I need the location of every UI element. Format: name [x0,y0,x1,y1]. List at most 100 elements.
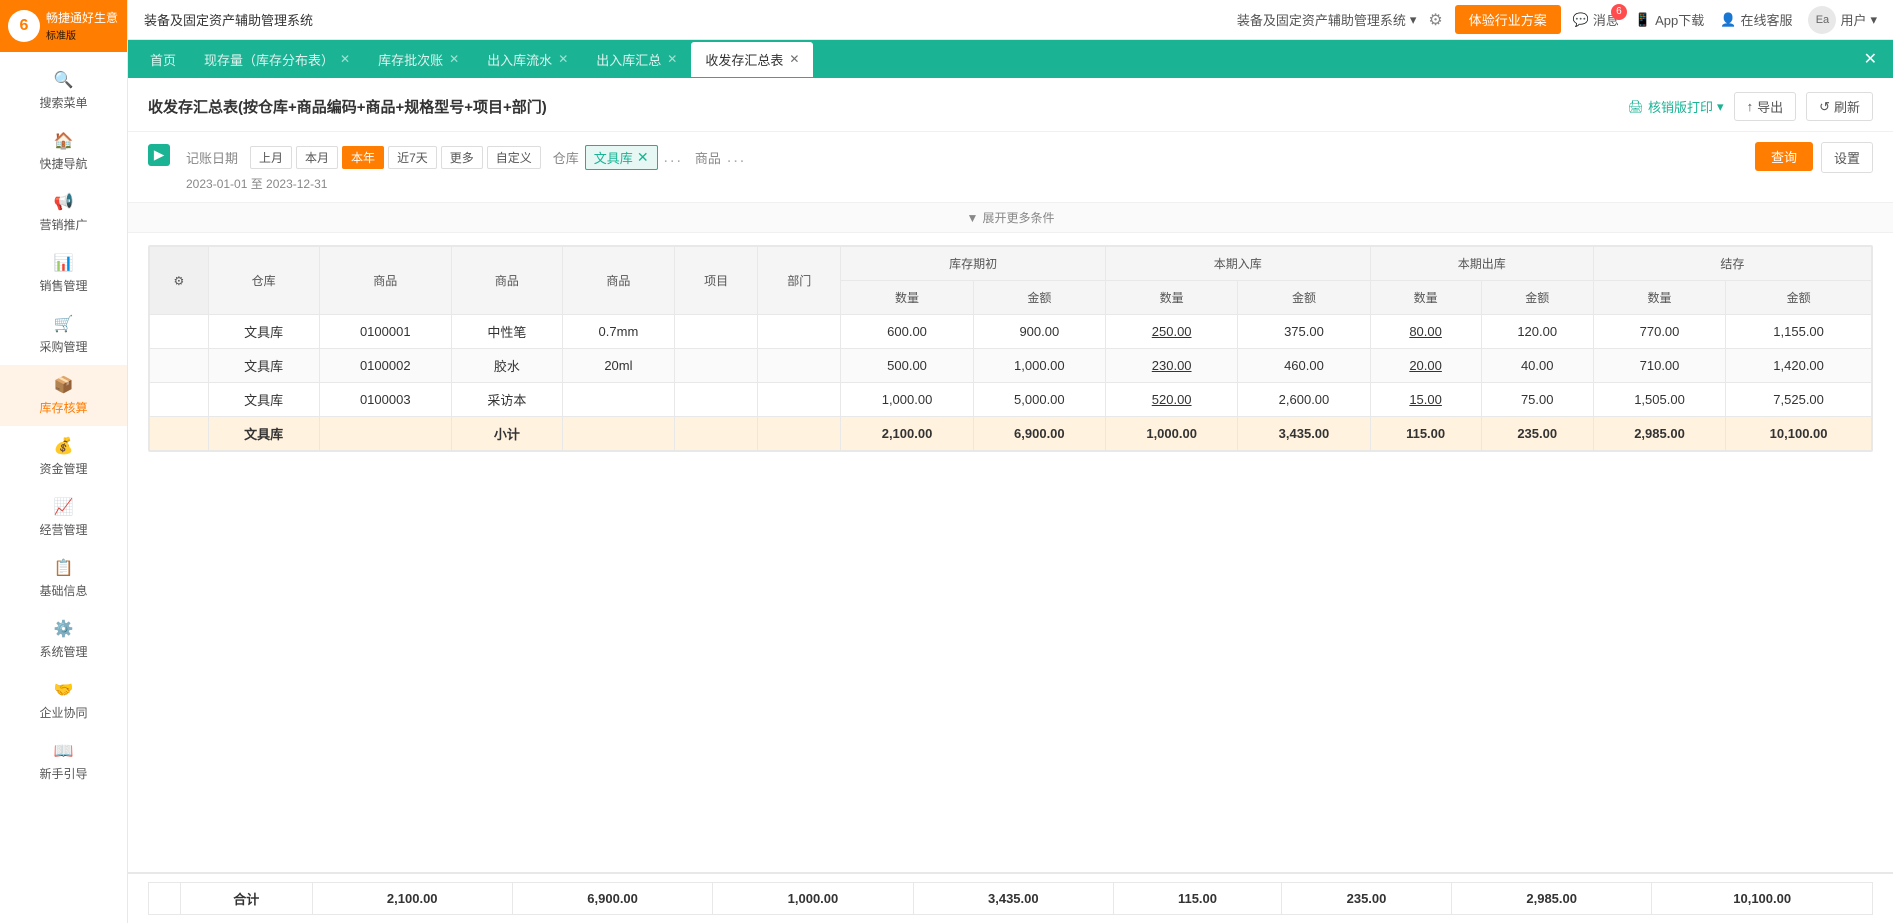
date-btn-近7天[interactable]: 近7天 [388,146,437,169]
date-filter-label: 记账日期 [186,148,238,167]
product-filter: 商品 ... [695,148,746,167]
row-out-qty[interactable]: 80.00 [1370,315,1481,349]
row-settings [150,417,209,451]
out-qty-link[interactable]: 15.00 [1409,392,1442,407]
row-open-qty: 600.00 [841,315,973,349]
purchase-icon: 🛒 [54,314,74,334]
row-in-amt: 3,435.00 [1238,417,1370,451]
date-btn-本月[interactable]: 本月 [296,146,338,169]
table-row: 文具库 0100003 采访本 1,000.00 5,000.00 520.00… [150,383,1872,417]
print-btn[interactable]: 🖨 核销版打印 ▾ [1628,97,1724,116]
filter-row-1: 记账日期 上月本月本年近7天更多自定义 仓库 文具库 ✕ ... 商品 [186,142,1873,173]
sidebar-item-guide[interactable]: 📖 新手引导 [0,731,127,792]
tab-label: 出入库汇总 [596,50,661,69]
filter-toggle-btn[interactable]: ▶ [148,144,170,166]
sidebar-item-sales[interactable]: 📊 销售管理 [0,243,127,304]
out-qty-link[interactable]: 80.00 [1409,324,1442,339]
message-action[interactable]: 💬 消息 6 [1573,10,1619,29]
expand-more-btn[interactable]: ▼ 展开更多条件 [967,209,1055,226]
setting-btn[interactable]: 设置 [1821,142,1873,173]
row-open-qty: 500.00 [841,349,973,383]
sidebar-item-operation[interactable]: 📈 经营管理 [0,487,127,548]
sidebar-item-collab[interactable]: 🤝 企业协同 [0,670,127,731]
tab-close-icon[interactable]: ✕ [789,52,799,66]
user-label: 用户 [1840,10,1866,29]
date-btn-更多[interactable]: 更多 [441,146,483,169]
footer-close-amt: 10,100.00 [1652,883,1873,915]
tab-label: 库存批次账 [378,50,443,69]
export-btn[interactable]: ↑ 导出 [1734,92,1797,121]
date-btn-本年[interactable]: 本年 [342,146,384,169]
row-project [675,417,758,451]
footer-in-amt: 3,435.00 [913,883,1113,915]
tab-label: 现存量（库存分布表） [204,50,334,69]
sidebar-item-label-system: 系统管理 [39,643,87,660]
tab-close-icon[interactable]: ✕ [340,52,350,66]
settings-icon[interactable]: ⚙ [1428,10,1442,30]
user-action[interactable]: Ea 用户 ▾ [1808,6,1877,34]
th-in-amt: 金额 [1238,281,1370,315]
tab-close-icon[interactable]: ✕ [558,52,568,66]
tab-出入库流水[interactable]: 出入库流水 ✕ [473,42,582,77]
warehouse-ellipsis[interactable]: ... [664,149,683,167]
expand-more-bar: ▼ 展开更多条件 [128,203,1893,233]
collab-icon: 🤝 [54,680,74,700]
warehouse-tag[interactable]: 文具库 ✕ [585,145,658,170]
in-qty-link[interactable]: 520.00 [1152,392,1192,407]
tab-现存量库存分布表[interactable]: 现存量（库存分布表） ✕ [190,42,364,77]
row-out-qty[interactable]: 15.00 [1370,383,1481,417]
tab-库存批次账[interactable]: 库存批次账 ✕ [364,42,473,77]
out-qty-link[interactable]: 20.00 [1409,358,1442,373]
online-service-action[interactable]: 👤 在线客服 [1720,10,1792,29]
row-out-amt: 75.00 [1481,383,1593,417]
sidebar-item-finance[interactable]: 💰 资金管理 [0,426,127,487]
tab-close-icon[interactable]: ✕ [449,52,459,66]
th-open-qty: 数量 [841,281,973,315]
th-settings[interactable]: ⚙ [150,247,209,315]
logo-title: 畅捷通好生意 [46,10,118,27]
row-in-qty[interactable]: 520.00 [1106,383,1238,417]
sidebar-item-inventory[interactable]: 📦 库存核算 [0,365,127,426]
experience-btn[interactable]: 体验行业方案 [1455,5,1561,34]
refresh-icon: ↺ [1819,99,1830,115]
in-qty-link[interactable]: 230.00 [1152,358,1192,373]
tab-收发存汇总表[interactable]: 收发存汇总表 ✕ [691,42,813,77]
tab-close-icon[interactable]: ✕ [667,52,677,66]
sidebar-nav: 🔍 搜索菜单 🏠 快捷导航 📢 营销推广 📊 销售管理 🛒 采购管理 📦 库存核… [0,52,127,923]
close-all-icon[interactable]: ✕ [1856,45,1885,73]
row-in-qty[interactable]: 230.00 [1106,349,1238,383]
date-btn-上月[interactable]: 上月 [250,146,292,169]
app-download-action[interactable]: 📱 App下载 [1635,10,1704,29]
th-close-qty: 数量 [1593,281,1725,315]
in-qty-link[interactable]: 250.00 [1152,324,1192,339]
sidebar-item-system[interactable]: ⚙️ 系统管理 [0,609,127,670]
message-icon: 💬 [1573,12,1589,28]
expand-icon: ▼ [967,211,979,225]
sidebar-item-quick-nav[interactable]: 🏠 快捷导航 [0,121,127,182]
row-name: 采访本 [451,383,562,417]
row-in-qty[interactable]: 250.00 [1106,315,1238,349]
system-icon: ⚙️ [54,619,74,639]
footer-out-amt: 235.00 [1281,883,1451,915]
date-btn-自定义[interactable]: 自定义 [487,146,541,169]
row-out-qty[interactable]: 20.00 [1370,349,1481,383]
row-out-amt: 235.00 [1481,417,1593,451]
system-dropdown[interactable]: 装备及固定资产辅助管理系统 ▾ [1237,10,1417,29]
sidebar-item-marketing[interactable]: 📢 营销推广 [0,182,127,243]
sidebar: 6 畅捷通好生意 标准版 🔍 搜索菜单 🏠 快捷导航 📢 营销推广 📊 销售管理… [0,0,128,923]
refresh-btn[interactable]: ↺ 刷新 [1806,92,1873,121]
sidebar-item-label-search: 搜索菜单 [39,94,87,111]
warehouse-tag-close[interactable]: ✕ [637,149,649,166]
tab-出入库汇总[interactable]: 出入库汇总 ✕ [582,42,691,77]
sidebar-item-label-quick-nav: 快捷导航 [39,155,87,172]
sidebar-item-purchase[interactable]: 🛒 采购管理 [0,304,127,365]
product-ellipsis[interactable]: ... [727,149,746,167]
tab-首页[interactable]: 首页 [136,42,190,77]
sidebar-item-search[interactable]: 🔍 搜索菜单 [0,60,127,121]
search-icon: 🔍 [54,70,74,90]
sidebar-item-basic[interactable]: 📋 基础信息 [0,548,127,609]
row-code: 0100001 [319,315,451,349]
row-close-qty: 710.00 [1593,349,1725,383]
query-btn[interactable]: 查询 [1755,142,1813,171]
tab-label: 首页 [150,50,176,69]
